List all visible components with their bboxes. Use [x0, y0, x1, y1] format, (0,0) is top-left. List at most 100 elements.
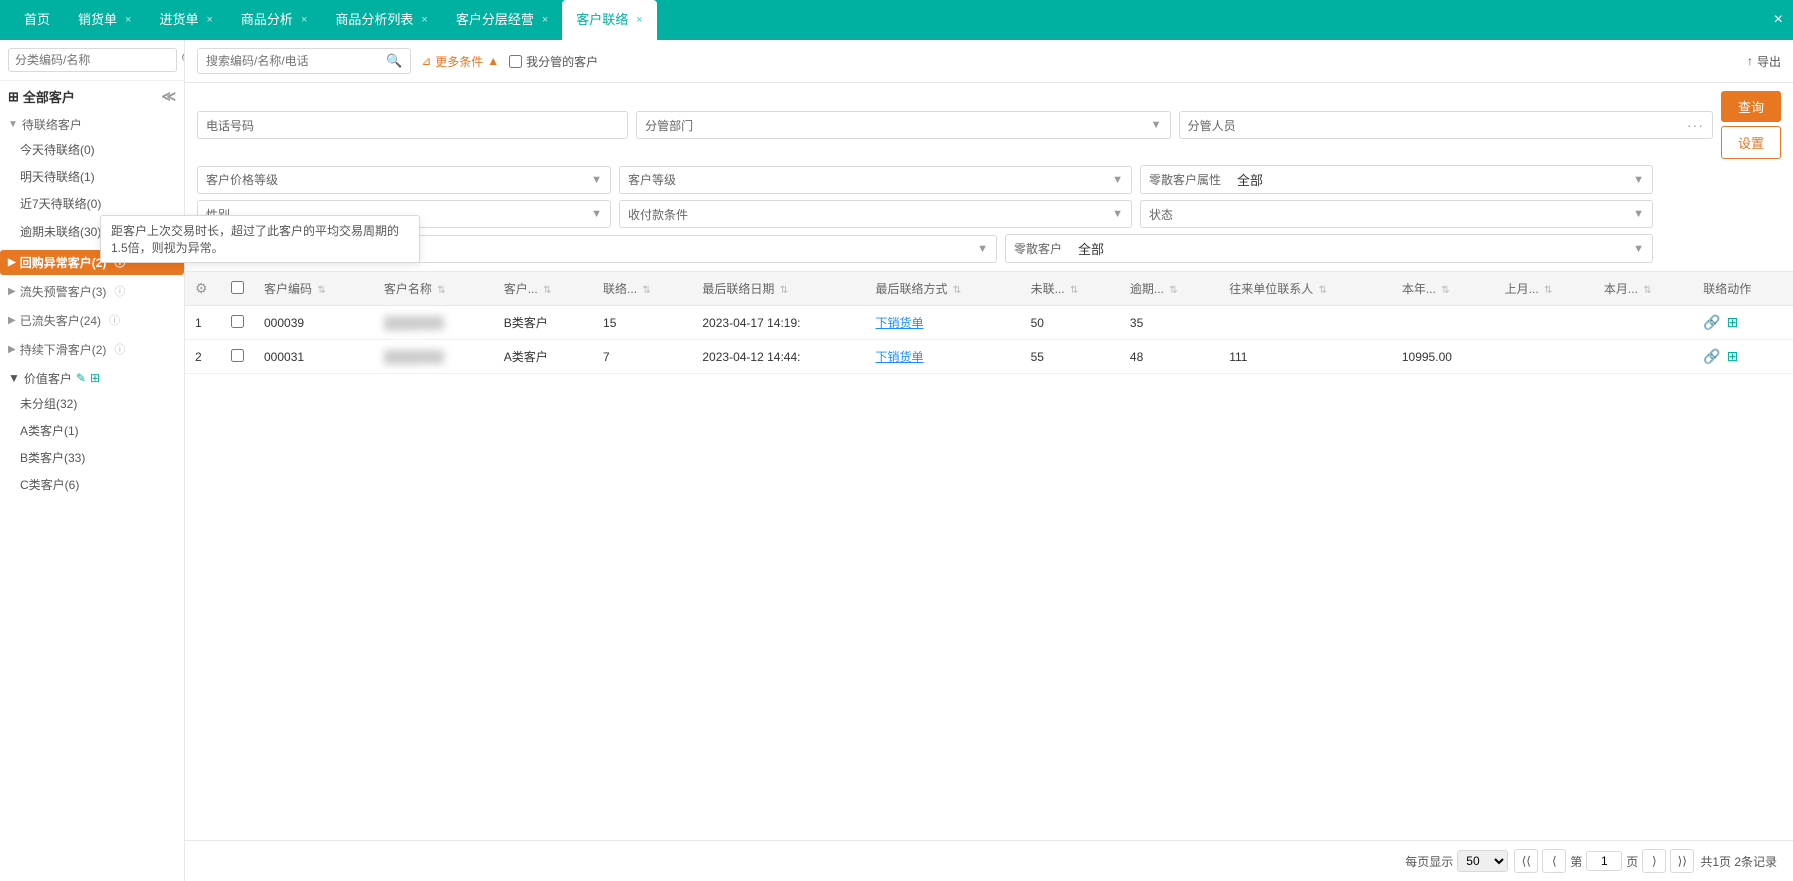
tooltip-box: 距客户上次交易时长，超过了此客户的平均交易周期的1.5倍，则视为异常。 [185, 215, 420, 263]
dots-icon-person[interactable]: ··· [1687, 117, 1704, 133]
sidebar-item-class-b[interactable]: B类客户(33) [0, 445, 184, 472]
page-number-input[interactable] [1586, 851, 1622, 871]
sidebar-collapse-icon[interactable]: ≪ [161, 88, 176, 105]
row2-more-icon[interactable]: ⊞ [1727, 348, 1739, 365]
my-customers-checkbox[interactable] [509, 55, 522, 68]
top-nav: 首页 销货单 × 进货单 × 商品分析 × 商品分析列表 × 客户分层经营 × … [0, 0, 1793, 40]
th-last-method[interactable]: 最后联络方式 ⇅ [866, 272, 1021, 306]
tab-home[interactable]: 首页 [10, 0, 64, 40]
tab-customer-contact[interactable]: 客户联络 × [562, 0, 656, 40]
sort-icon-uncontacted: ⇅ [1070, 285, 1078, 296]
settings-button[interactable]: 设置 [1721, 126, 1781, 159]
th-name[interactable]: 客户名称 ⇅ [374, 272, 494, 306]
next-page-btn[interactable]: ⟩ [1642, 849, 1666, 873]
th-code[interactable]: 客户编码 ⇅ [254, 272, 374, 306]
select-all-checkbox[interactable] [231, 281, 244, 294]
filter-payment[interactable]: 收付款条件 ▼ [619, 200, 1132, 228]
th-this-year[interactable]: 本年... ⇅ [1392, 272, 1495, 306]
grid-icon: ⊞ [8, 89, 19, 105]
tab-purchase-order[interactable]: 进货单 × [145, 0, 226, 40]
tab-product-analysis-list-close[interactable]: × [421, 0, 427, 40]
tab-product-analysis-close[interactable]: × [301, 0, 307, 40]
row2-code: 000031 [254, 340, 374, 374]
last-page-btn[interactable]: ⟩⟩ [1670, 849, 1694, 873]
sidebar-item-class-a[interactable]: A类客户(1) [0, 418, 184, 445]
row1-index: 1 [185, 306, 221, 340]
row1-level: B类客户 [494, 306, 593, 340]
filter-price-level[interactable]: 客户价格等级 ▼ [197, 166, 611, 194]
prev-page-btn[interactable]: ⟨ [1542, 849, 1566, 873]
th-overdue[interactable]: 逾期... ⇅ [1120, 272, 1219, 306]
tab-customer-contact-close[interactable]: × [636, 0, 642, 40]
filter-row-1: 电话号码 分管部门 ▼ 分管人员 ··· 查询 设置 [197, 91, 1781, 159]
row1-last-method[interactable]: 下销货单 [866, 306, 1021, 340]
gear-icon[interactable]: ⚙ [195, 280, 208, 296]
sidebar-value-group-title[interactable]: ▼ 价值客户 ✎ ⊞ [0, 366, 184, 391]
row1-more-icon[interactable]: ⊞ [1727, 314, 1739, 331]
filter-branch-dept[interactable]: 分管部门 ▼ [636, 111, 1170, 139]
tab-customer-layering-close[interactable]: × [542, 0, 548, 40]
filter-retail-attr[interactable]: 零散客户属性 全部 ▼ [1140, 165, 1653, 194]
more-conditions-btn[interactable]: ⊿ 更多条件 ▲ [421, 53, 499, 70]
row1-unit-contacts [1219, 306, 1392, 340]
th-uncontacted[interactable]: 未联... ⇅ [1021, 272, 1120, 306]
tab-sales-order-close[interactable]: × [125, 0, 131, 40]
settings-icon2[interactable]: ⊞ [90, 371, 100, 385]
filter-customer-level[interactable]: 客户等级 ▼ [619, 166, 1132, 194]
tab-sales-order[interactable]: 销货单 × [64, 0, 145, 40]
th-last-date[interactable]: 最后联络日期 ⇅ [692, 272, 865, 306]
row1-this-month [1594, 306, 1693, 340]
tab-purchase-order-close[interactable]: × [206, 0, 212, 40]
row2-level: A类客户 [494, 340, 593, 374]
th-last-month[interactable]: 上月... ⇅ [1495, 272, 1594, 306]
first-page-btn[interactable]: ⟨⟨ [1514, 849, 1538, 873]
sidebar: 🔍 ⊞ 全部客户 ≪ ▼ 待联络客户 今天待联络(0) 明天待联络(1) 近7天… [0, 40, 185, 881]
chevron-right-icon2: ▶ [8, 286, 16, 297]
filter-row-3: 性别 ▼ 收付款条件 ▼ 状态 ▼ [197, 200, 1781, 228]
filter-status[interactable]: 状态 ▼ [1140, 200, 1653, 228]
th-contact[interactable]: 联络... ⇅ [593, 272, 692, 306]
tab-customer-layering[interactable]: 客户分层经营 × [442, 0, 562, 40]
row2-last-method[interactable]: 下销货单 [866, 340, 1021, 374]
sidebar-group-churned-title[interactable]: ▶ 已流失客户(24) ⓘ [0, 308, 184, 333]
th-level[interactable]: 客户... ⇅ [494, 272, 593, 306]
tab-product-analysis-list[interactable]: 商品分析列表 × [321, 0, 441, 40]
th-action: 联络动作 [1693, 272, 1793, 306]
tab-product-analysis[interactable]: 商品分析 × [227, 0, 321, 40]
filter-retail-customer[interactable]: 零散客户 全部 ▼ [1005, 234, 1653, 263]
filter-branch-person[interactable]: 分管人员 ··· [1179, 111, 1713, 139]
close-all-icon[interactable]: × [1774, 11, 1783, 29]
row1-contact-icon[interactable]: 🔗 [1703, 314, 1720, 331]
chevron-down-icon-retail: ▼ [1633, 174, 1644, 186]
export-btn[interactable]: ↑ 导出 [1747, 53, 1781, 70]
sidebar-item-tomorrow[interactable]: 明天待联络(1) [0, 164, 184, 191]
chevron-right-icon4: ▶ [8, 344, 16, 355]
search-icon[interactable]: 🔍 [386, 53, 402, 69]
filter-row-4: ... 客户类型 ▼ 零散客户 全部 ▼ [197, 234, 1781, 263]
sidebar-search-input[interactable] [8, 48, 177, 72]
sidebar-all-customers[interactable]: ⊞ 全部客户 ≪ [0, 81, 184, 112]
row2-overdue: 48 [1120, 340, 1219, 374]
th-unit-contacts[interactable]: 往来单位联系人 ⇅ [1219, 272, 1392, 306]
chevron-down-icon-status: ▼ [1633, 208, 1644, 220]
sidebar-group-pending-title[interactable]: ▼ 待联络客户 [0, 112, 184, 137]
filter-customer-type[interactable]: 客户类型 ▼ [349, 235, 997, 263]
th-this-month[interactable]: 本月... ⇅ [1594, 272, 1693, 306]
edit-icon[interactable]: ✎ [76, 371, 86, 385]
row1-last-month [1495, 306, 1594, 340]
page-size-select[interactable]: 10 20 50 100 [1457, 850, 1508, 872]
query-button[interactable]: 查询 [1721, 91, 1781, 122]
sidebar-group-declining-title[interactable]: ▶ 持续下滑客户(2) ⓘ [0, 337, 184, 362]
row2-contact-icon[interactable]: 🔗 [1703, 348, 1720, 365]
row1-select-checkbox[interactable] [231, 315, 244, 328]
sidebar-group-churn-warning-title[interactable]: ▶ 流失预警客户(3) ⓘ [0, 279, 184, 304]
row2-this-month [1594, 340, 1693, 374]
filter-phone[interactable]: 电话号码 [197, 111, 628, 139]
row1-last-date: 2023-04-17 14:19: [692, 306, 865, 340]
sidebar-item-class-c[interactable]: C类客户(6) [0, 472, 184, 499]
search-input[interactable] [206, 54, 386, 68]
row2-select-checkbox[interactable] [231, 349, 244, 362]
sidebar-item-ungroup[interactable]: 未分组(32) [0, 391, 184, 418]
row2-unit-contacts: 111 [1219, 340, 1392, 374]
sidebar-item-today[interactable]: 今天待联络(0) [0, 137, 184, 164]
